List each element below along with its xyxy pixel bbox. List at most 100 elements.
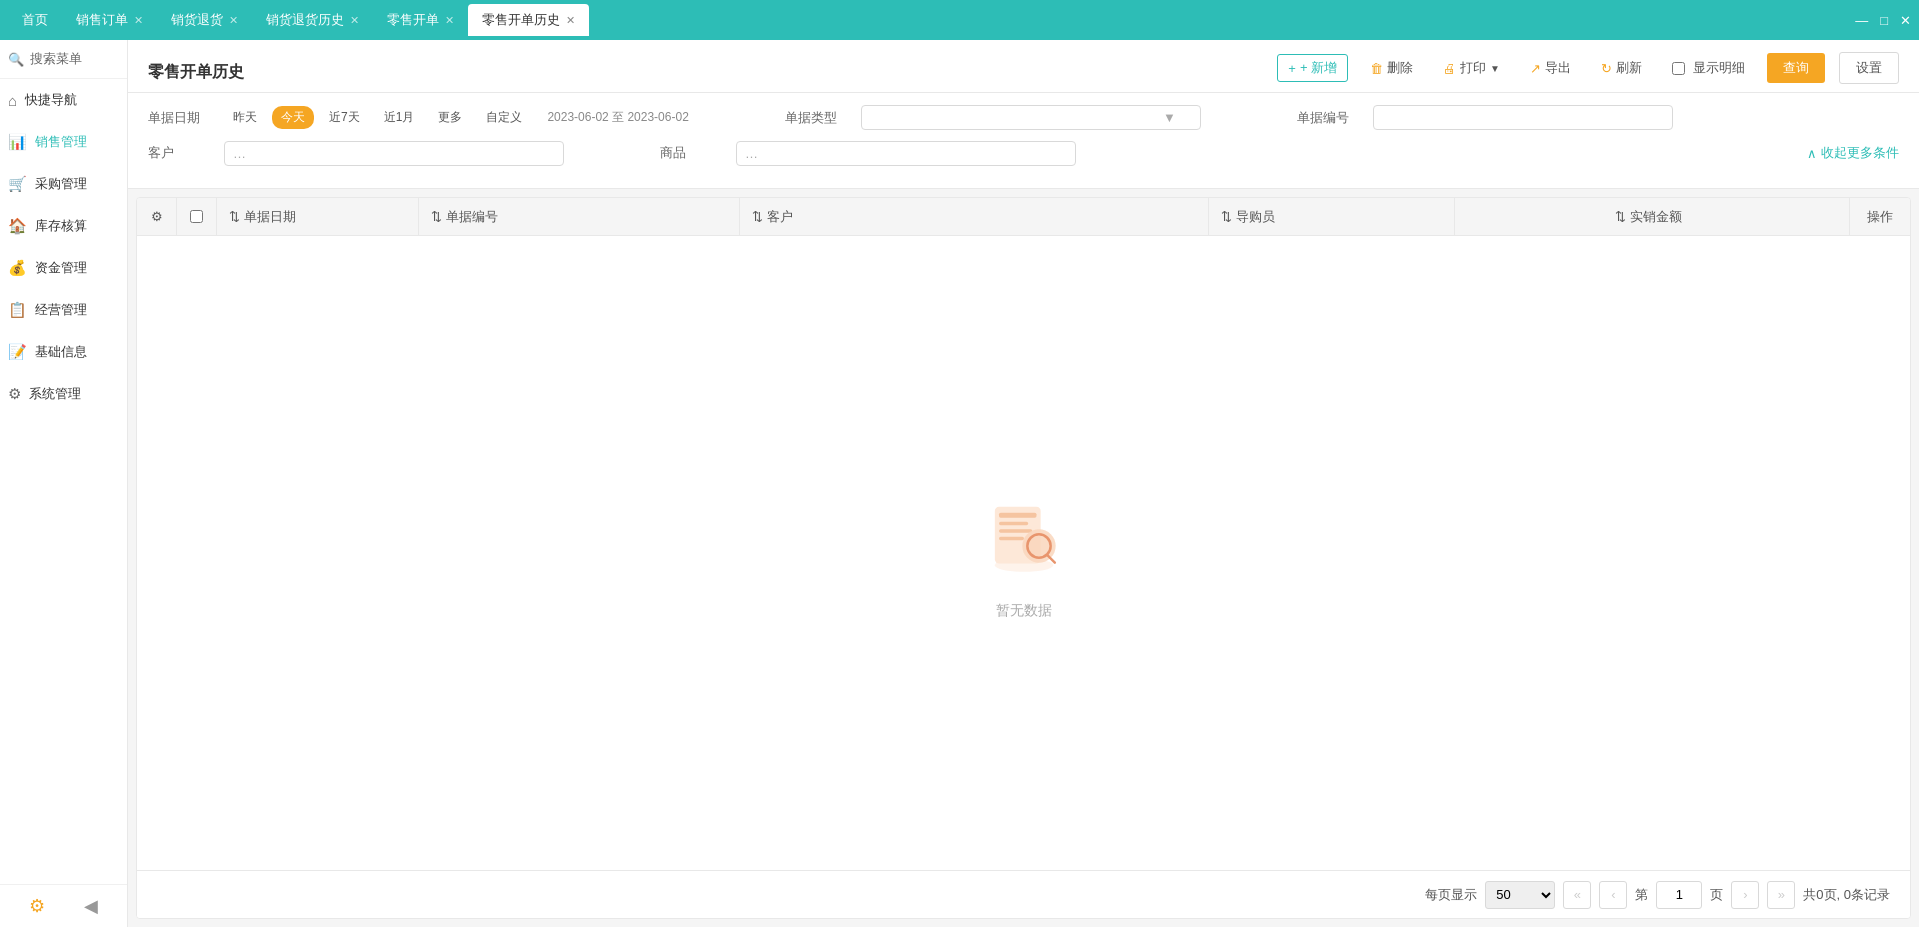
close-btn-window[interactable]: ✕ — [1900, 13, 1911, 28]
next-page-btn[interactable]: › — [1731, 881, 1759, 909]
th-salesperson-sort-icon: ⇅ — [1221, 209, 1232, 224]
th-num-sort-icon: ⇅ — [431, 209, 442, 224]
filter-area: 单据日期 昨天 今天 近7天 近1月 更多 自定义 2023-06-02 至 2… — [128, 93, 1919, 189]
page-number-input[interactable] — [1656, 881, 1702, 909]
sidebar-search-label: 搜索菜单 — [30, 50, 82, 68]
sidebar-item-operations[interactable]: 📋 经营管理 — [0, 289, 127, 331]
tab-retail-open-label: 零售开单 — [387, 11, 439, 29]
th-amount[interactable]: ⇅ 实销金额 — [1603, 198, 1850, 235]
new-label: + 新增 — [1300, 59, 1337, 77]
query-button[interactable]: 查询 — [1767, 53, 1825, 83]
th-customer-label: 客户 — [767, 208, 793, 226]
export-button[interactable]: ↗ 导出 — [1522, 55, 1579, 81]
settings-button[interactable]: 设置 — [1839, 52, 1899, 84]
svg-rect-4 — [999, 529, 1032, 532]
doc-type-arrow: ▼ — [1163, 110, 1176, 125]
delete-icon: 🗑 — [1370, 61, 1383, 76]
doc-type-select[interactable]: ▼ — [861, 105, 1201, 130]
page-header: 零售开单历史 + + 新增 🗑 删除 🖨 打印 ▼ ↗ 导出 — [128, 40, 1919, 93]
customer-label: 客户 — [148, 144, 208, 162]
tab-sales-return-close[interactable]: ✕ — [229, 14, 238, 27]
th-salesperson-label: 导购员 — [1236, 208, 1275, 226]
maximize-btn[interactable]: □ — [1880, 13, 1888, 28]
export-label: 导出 — [1545, 59, 1571, 77]
collapse-btn[interactable]: ∧ 收起更多条件 — [1807, 140, 1899, 166]
sidebar-collapse-icon[interactable]: ◀ — [84, 895, 98, 917]
tab-sales-return-history-close[interactable]: ✕ — [350, 14, 359, 27]
delete-button[interactable]: 🗑 删除 — [1362, 55, 1421, 81]
tab-retail-open[interactable]: 零售开单 ✕ — [373, 4, 468, 36]
sidebar-item-system[interactable]: ⚙ 系统管理 — [0, 373, 127, 415]
page-label-pre: 第 — [1635, 886, 1648, 904]
more-date-btn[interactable]: 更多 — [429, 106, 471, 129]
sidebar-item-sales-mgmt[interactable]: 📊 销售管理 — [0, 121, 127, 163]
sidebar-item-inventory[interactable]: 🏠 库存核算 — [0, 205, 127, 247]
refresh-button[interactable]: ↻ 刷新 — [1593, 55, 1650, 81]
tab-home[interactable]: 首页 — [8, 4, 62, 36]
tab-retail-open-history-label: 零售开单历史 — [482, 11, 560, 29]
tab-sales-return[interactable]: 销货退货 ✕ — [157, 4, 252, 36]
display-col-button[interactable]: 显示明细 — [1664, 55, 1753, 81]
today-btn[interactable]: 今天 — [272, 106, 314, 129]
main-layout: 🔍 搜索菜单 ⌂ 快捷导航 📊 销售管理 🛒 采购管理 🏠 库存核算 💰 资金管… — [0, 40, 1919, 927]
prev-page-btn[interactable]: ‹ — [1599, 881, 1627, 909]
th-date-label: 单据日期 — [244, 208, 296, 226]
inventory-icon: 🏠 — [8, 217, 27, 235]
sidebar-item-inventory-label: 库存核算 — [35, 217, 87, 235]
doc-no-input[interactable] — [1373, 105, 1673, 130]
sidebar-item-finance-label: 资金管理 — [35, 259, 87, 277]
tab-sales-return-history[interactable]: 销货退货历史 ✕ — [252, 4, 373, 36]
pagination: 每页显示 50 10 20 100 « ‹ 第 页 › — [137, 870, 1910, 918]
date-quick-filters: 昨天 今天 近7天 近1月 更多 自定义 — [224, 106, 531, 129]
th-checkbox[interactable] — [177, 198, 217, 235]
new-button[interactable]: + + 新增 — [1277, 54, 1348, 82]
tab-retail-open-history-close[interactable]: ✕ — [566, 14, 575, 27]
collapse-label: 收起更多条件 — [1821, 144, 1899, 162]
sidebar-bottom: ⚙ ◀ — [0, 884, 127, 927]
sidebar-search[interactable]: 🔍 搜索菜单 — [0, 40, 127, 79]
toolbar: + + 新增 🗑 删除 🖨 打印 ▼ ↗ 导出 ↻ — [1277, 52, 1899, 92]
empty-state: 暂无数据 — [137, 236, 1910, 870]
last-page-btn[interactable]: » — [1767, 881, 1795, 909]
refresh-label: 刷新 — [1616, 59, 1642, 77]
tab-retail-open-close[interactable]: ✕ — [445, 14, 454, 27]
sidebar-item-finance[interactable]: 💰 资金管理 — [0, 247, 127, 289]
tab-retail-open-history[interactable]: 零售开单历史 ✕ — [468, 4, 589, 36]
sidebar-item-system-label: 系统管理 — [29, 385, 81, 403]
th-date[interactable]: ⇅ 单据日期 — [217, 198, 419, 235]
th-num[interactable]: ⇅ 单据编号 — [419, 198, 740, 235]
sidebar-item-basic-info-label: 基础信息 — [35, 343, 87, 361]
last1month-btn[interactable]: 近1月 — [375, 106, 424, 129]
sidebar-item-quick-nav[interactable]: ⌂ 快捷导航 — [0, 79, 127, 121]
prev-page-icon: ‹ — [1611, 887, 1615, 902]
sidebar-item-sales-mgmt-label: 销售管理 — [35, 133, 87, 151]
minimize-btn[interactable]: — — [1855, 13, 1868, 28]
sidebar-item-purchase-mgmt[interactable]: 🛒 采购管理 — [0, 163, 127, 205]
th-settings[interactable]: ⚙ — [137, 198, 177, 235]
select-all-checkbox[interactable] — [190, 210, 203, 223]
tab-bar: 首页 销售订单 ✕ 销货退货 ✕ 销货退货历史 ✕ 零售开单 ✕ 零售开单历史 … — [0, 0, 1919, 40]
goods-select[interactable]: … — [736, 141, 1076, 166]
sidebar-item-basic-info[interactable]: 📝 基础信息 — [0, 331, 127, 373]
display-col-checkbox[interactable] — [1672, 62, 1685, 75]
search-icon: 🔍 — [8, 52, 24, 67]
last7days-btn[interactable]: 近7天 — [320, 106, 369, 129]
print-button[interactable]: 🖨 打印 ▼ — [1435, 55, 1508, 81]
doc-type-label: 单据类型 — [785, 109, 845, 127]
tab-sales-return-label: 销货退货 — [171, 11, 223, 29]
th-salesperson[interactable]: ⇅ 导购员 — [1209, 198, 1456, 235]
goods-label: 商品 — [660, 144, 720, 162]
first-page-btn[interactable]: « — [1563, 881, 1591, 909]
yesterday-btn[interactable]: 昨天 — [224, 106, 266, 129]
tab-sales-order-close[interactable]: ✕ — [134, 14, 143, 27]
content-area: 零售开单历史 + + 新增 🗑 删除 🖨 打印 ▼ ↗ 导出 — [128, 40, 1919, 927]
tab-sales-order[interactable]: 销售订单 ✕ — [62, 4, 157, 36]
filter-row-2: 客户 … 商品 … ∧ 收起更多条件 — [148, 140, 1899, 166]
sidebar-settings-icon[interactable]: ⚙ — [29, 895, 45, 917]
customer-select[interactable]: … — [224, 141, 564, 166]
per-page-select[interactable]: 50 10 20 100 — [1485, 881, 1555, 909]
last-page-icon: » — [1778, 887, 1785, 902]
doc-no-label: 单据编号 — [1297, 109, 1357, 127]
th-customer[interactable]: ⇅ 客户 — [740, 198, 1209, 235]
custom-date-btn[interactable]: 自定义 — [477, 106, 531, 129]
